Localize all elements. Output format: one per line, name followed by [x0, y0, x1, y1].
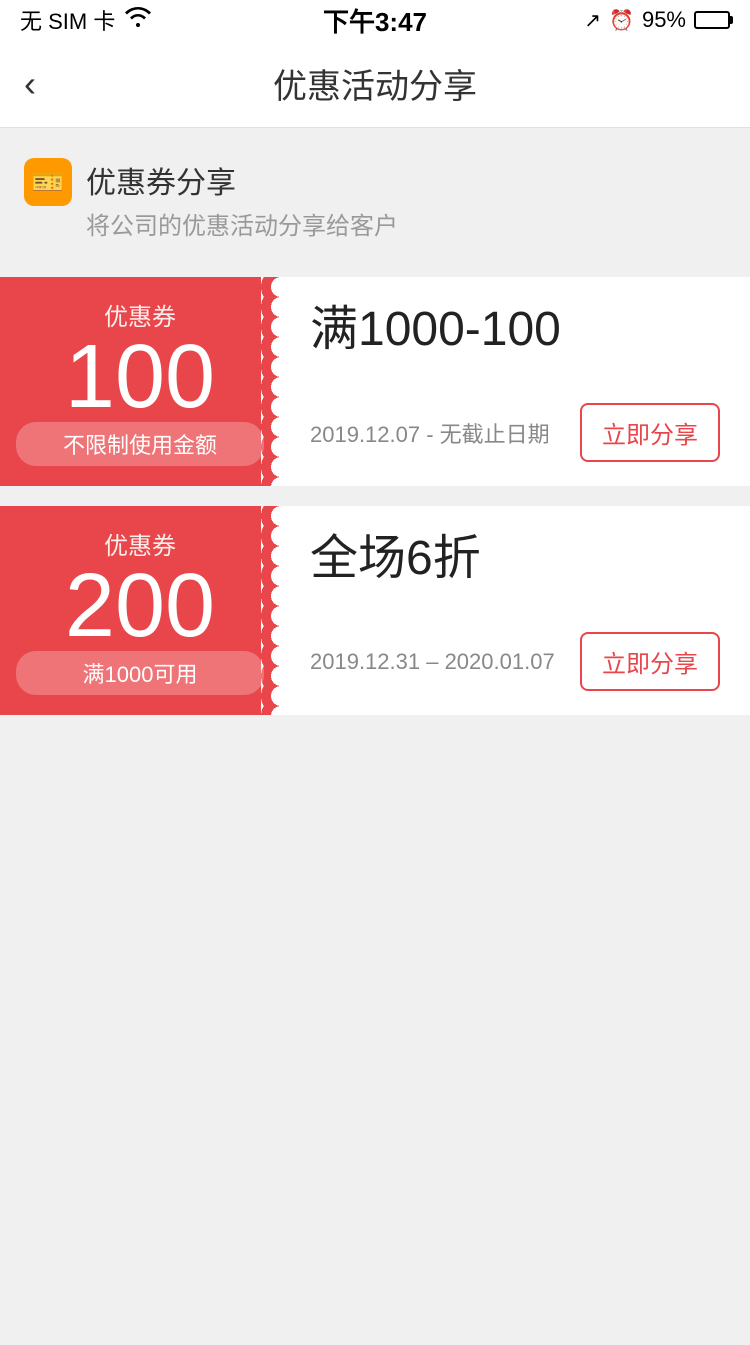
coupon-date-1: 2019.12.31 – 2020.01.07: [310, 649, 570, 675]
status-left: 无 SIM 卡: [20, 4, 151, 36]
coupon-amount-0: 100: [65, 332, 215, 422]
coupon-left-0: 优惠券 100 不限制使用金额: [0, 277, 280, 486]
carrier-text: 无 SIM 卡: [20, 4, 115, 36]
alarm-icon: ⏰: [609, 8, 634, 33]
share-button-1[interactable]: 立即分享: [580, 632, 720, 691]
coupon-amount-1: 200: [65, 561, 215, 651]
location-icon: ↗: [584, 8, 601, 33]
coupon-right-1: 全场6折 2019.12.31 – 2020.01.07 立即分享: [280, 506, 750, 715]
coupon-card: 优惠券 200 满1000可用 全场6折 2019.12.31 – 2020.0…: [0, 506, 750, 715]
section-icon: 🎫: [24, 158, 72, 206]
coupon-footer-0: 2019.12.07 - 无截止日期 立即分享: [310, 403, 720, 462]
page-title: 优惠活动分享: [273, 59, 477, 108]
back-button[interactable]: ‹: [24, 63, 36, 105]
battery-icon: [694, 11, 730, 29]
section-title: 优惠券分享: [86, 158, 398, 202]
status-bar: 无 SIM 卡 下午3:47 ↗ ⏰ 95%: [0, 0, 750, 40]
status-right: ↗ ⏰ 95%: [584, 7, 730, 33]
coupon-left-1: 优惠券 200 满1000可用: [0, 506, 280, 715]
status-time: 下午3:47: [323, 2, 427, 39]
coupon-card: 优惠券 100 不限制使用金额 满1000-100 2019.12.07 - 无…: [0, 277, 750, 486]
section-subtitle: 将公司的优惠活动分享给客户: [86, 206, 398, 241]
wifi-icon: [125, 7, 151, 33]
share-button-0[interactable]: 立即分享: [580, 403, 720, 462]
coupon-list: 优惠券 100 不限制使用金额 满1000-100 2019.12.07 - 无…: [0, 257, 750, 745]
coupon-date-0: 2019.12.07 - 无截止日期: [310, 417, 570, 449]
section-text-block: 优惠券分享 将公司的优惠活动分享给客户: [86, 158, 398, 241]
nav-bar: ‹ 优惠活动分享: [0, 40, 750, 128]
battery-percent: 95%: [642, 7, 686, 33]
coupon-right-0: 满1000-100 2019.12.07 - 无截止日期 立即分享: [280, 277, 750, 486]
section-header: 🎫 优惠券分享 将公司的优惠活动分享给客户: [0, 128, 750, 257]
coupon-name-0: 满1000-100: [310, 301, 720, 359]
coupon-footer-1: 2019.12.31 – 2020.01.07 立即分享: [310, 632, 720, 691]
coupon-condition-1: 满1000可用: [16, 651, 264, 695]
coupon-condition-0: 不限制使用金额: [16, 422, 264, 466]
bottom-space: [0, 745, 750, 1345]
coupon-name-1: 全场6折: [310, 530, 720, 588]
